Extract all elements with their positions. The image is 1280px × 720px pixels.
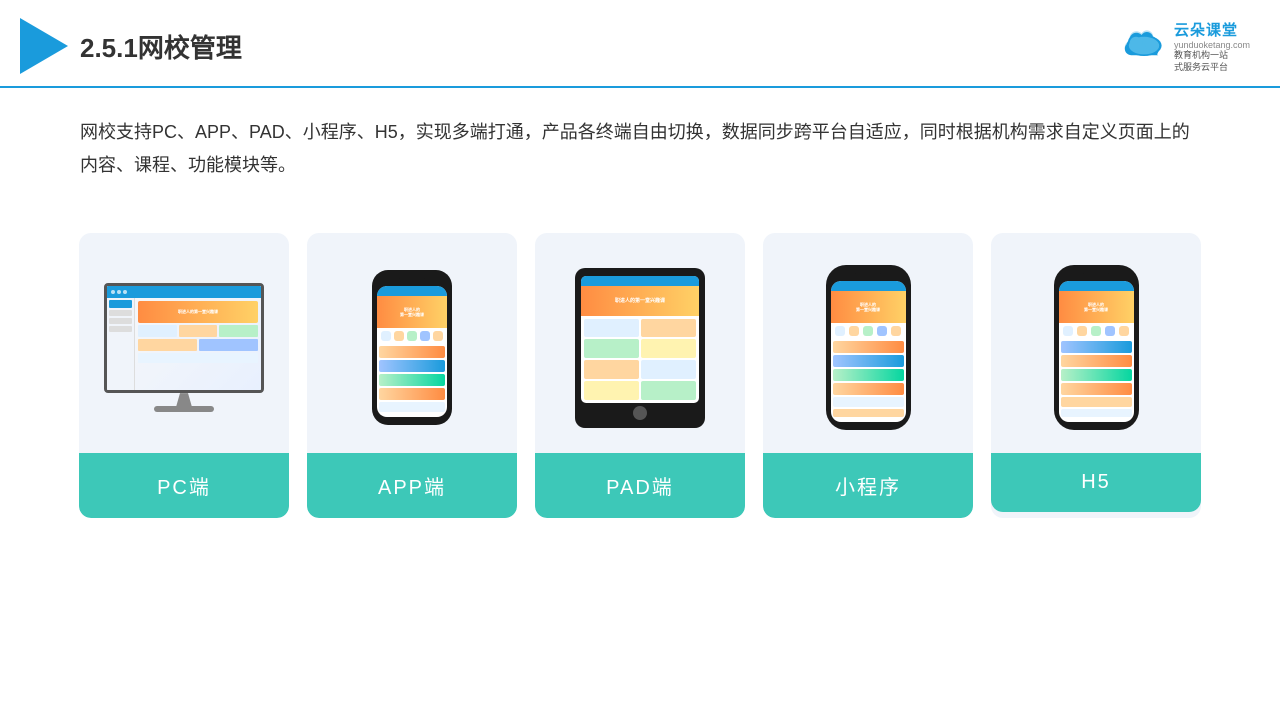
card-h5-image: 职进人的第一堂兴趣课 <box>991 233 1201 453</box>
brand-url: yunduoketang.com <box>1174 40 1250 50</box>
card-pc-label: PC端 <box>79 453 289 518</box>
card-miniprogram: 职进人的第一堂兴趣课 <box>763 233 973 518</box>
header-left: 2.5.1网校管理 <box>20 18 242 74</box>
cards-container: 职进人的第一堂兴趣课 <box>0 203 1280 548</box>
description-text: 网校支持PC、APP、PAD、小程序、H5，实现多端打通，产品各终端自由切换，数… <box>0 88 1280 193</box>
card-miniprogram-label: 小程序 <box>763 453 973 518</box>
card-pc-image: 职进人的第一堂兴趣课 <box>79 233 289 453</box>
brand-text: 云朵课堂 yunduoketang.com 教育机构一站 式服务云平台 <box>1174 19 1250 73</box>
card-h5-label: H5 <box>991 453 1201 512</box>
tablet-mock: 职进人的第一堂兴趣课 <box>575 268 705 428</box>
card-pc: 职进人的第一堂兴趣课 <box>79 233 289 518</box>
monitor-mock: 职进人的第一堂兴趣课 <box>104 283 264 412</box>
phone-mock-mini: 职进人的第一堂兴趣课 <box>826 265 911 430</box>
card-pad-label: PAD端 <box>535 453 745 518</box>
card-pad-image: 职进人的第一堂兴趣课 <box>535 233 745 453</box>
card-app-image: 职进人的第一堂兴趣课 <box>307 233 517 453</box>
phone-mock-app: 职进人的第一堂兴趣课 <box>372 270 452 425</box>
page-title: 2.5.1网校管理 <box>80 28 242 65</box>
header: 2.5.1网校管理 云朵课堂 yunduoketang.com 教育机构一站 式… <box>0 0 1280 88</box>
card-miniprogram-image: 职进人的第一堂兴趣课 <box>763 233 973 453</box>
cloud-icon <box>1120 28 1168 64</box>
card-app: 职进人的第一堂兴趣课 <box>307 233 517 518</box>
logo-triangle <box>20 18 68 74</box>
phone-mock-h5: 职进人的第一堂兴趣课 <box>1054 265 1139 430</box>
card-pad: 职进人的第一堂兴趣课 PAD端 <box>535 233 745 518</box>
brand-logo: 云朵课堂 yunduoketang.com 教育机构一站 式服务云平台 <box>1120 19 1250 73</box>
brand-name: 云朵课堂 <box>1174 19 1238 40</box>
card-app-label: APP端 <box>307 453 517 518</box>
card-h5: 职进人的第一堂兴趣课 <box>991 233 1201 518</box>
monitor-screen: 职进人的第一堂兴趣课 <box>104 283 264 393</box>
brand-subtitle: 教育机构一站 式服务云平台 <box>1174 50 1228 73</box>
